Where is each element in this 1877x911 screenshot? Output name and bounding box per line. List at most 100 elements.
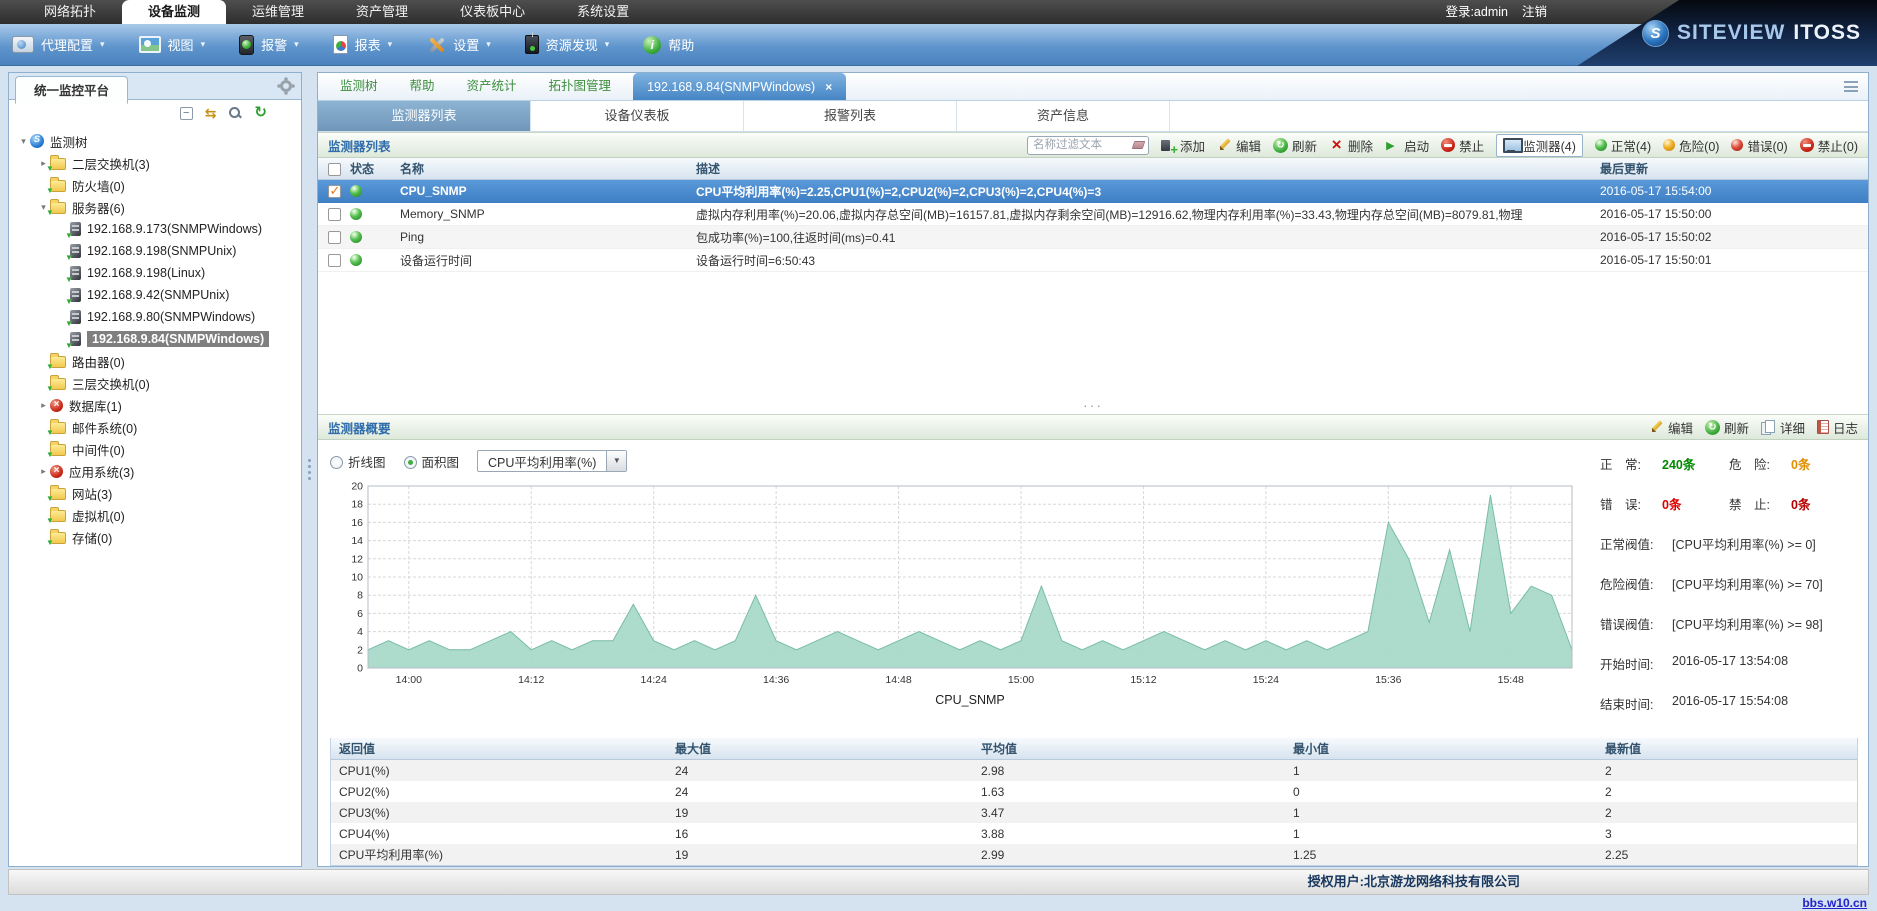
toolbar-item[interactable]: 报表▾: [333, 35, 393, 54]
subtab[interactable]: 报警列表: [744, 101, 957, 131]
column-desc[interactable]: 描述: [696, 160, 1600, 177]
logout-link[interactable]: 注销: [1522, 0, 1547, 24]
counter-badge[interactable]: 禁止(0): [1800, 136, 1858, 155]
counter-badge[interactable]: 错误(0): [1731, 136, 1787, 155]
tree-item[interactable]: ▸应用系统(3): [9, 460, 301, 482]
chevron-down-icon[interactable]: ▼: [606, 451, 626, 471]
stats-row[interactable]: CPU平均利用率(%)192.991.252.25: [331, 844, 1857, 865]
transfer-icon[interactable]: ⇆: [205, 106, 217, 120]
row-checkbox[interactable]: [328, 185, 341, 198]
search-icon[interactable]: [228, 106, 242, 120]
tree-item[interactable]: 邮件系统(0): [9, 416, 301, 438]
collapse-all-icon[interactable]: −: [180, 107, 193, 120]
tree-item[interactable]: 存储(0): [9, 526, 301, 548]
tree-item[interactable]: 虚拟机(0): [9, 504, 301, 526]
row-checkbox[interactable]: [328, 208, 341, 221]
stats-row[interactable]: CPU4(%)163.8813: [331, 823, 1857, 844]
top-menu-item[interactable]: 运维管理: [226, 0, 330, 24]
row-checkbox[interactable]: [328, 254, 341, 267]
tree-item[interactable]: 中间件(0): [9, 438, 301, 460]
top-menu-item[interactable]: 设备监测: [122, 0, 226, 24]
metric-dropdown[interactable]: CPU平均利用率(%) ▼: [477, 450, 627, 472]
main-tab[interactable]: 监测树: [324, 73, 394, 100]
section-collapse-handle[interactable]: ···: [318, 400, 1868, 414]
toolbar-item[interactable]: 代理配置▾: [12, 35, 105, 54]
top-menu-item[interactable]: 资产管理: [330, 0, 434, 24]
toolbar-item[interactable]: 报警▾: [239, 35, 299, 55]
添加-button[interactable]: 添加: [1161, 136, 1205, 155]
tree-item[interactable]: 防火墙(0): [9, 174, 301, 196]
刷新-button[interactable]: 刷新: [1273, 136, 1317, 155]
line-chart-radio[interactable]: 折线图: [330, 452, 386, 471]
tree-expand-icon[interactable]: ▸: [37, 400, 50, 411]
chevron-down-icon[interactable]: ▾: [605, 39, 610, 50]
chevron-down-icon[interactable]: ▾: [486, 39, 491, 50]
stats-row[interactable]: CPU3(%)193.4712: [331, 802, 1857, 823]
stats-column-header[interactable]: 最新值: [1605, 740, 1857, 757]
tree-item[interactable]: 192.168.9.198(Linux): [9, 262, 301, 284]
tree-item[interactable]: 192.168.9.84(SNMPWindows): [9, 328, 301, 350]
monitor-row[interactable]: 设备运行时间设备运行时间=6:50:432016-05-17 15:50:01: [318, 249, 1868, 272]
chevron-down-icon[interactable]: ▾: [201, 39, 206, 50]
monitor-row[interactable]: Memory_SNMP虚拟内存利用率(%)=20.06,虚拟内存总空间(MB)=…: [318, 203, 1868, 226]
counter-badge[interactable]: 正常(4): [1595, 136, 1651, 155]
编辑-button[interactable]: 编辑: [1217, 136, 1261, 155]
row-checkbox[interactable]: [328, 231, 341, 244]
刷新-button[interactable]: 刷新: [1705, 418, 1749, 437]
chevron-down-icon[interactable]: ▾: [388, 39, 393, 50]
tree-item[interactable]: ▾服务器(6): [9, 196, 301, 218]
tab-unified-platform[interactable]: 统一监控平台: [15, 76, 128, 104]
tree-item[interactable]: 三层交换机(0): [9, 372, 301, 394]
日志-button[interactable]: 日志: [1817, 418, 1858, 437]
tree-item[interactable]: 192.168.9.80(SNMPWindows): [9, 306, 301, 328]
active-device-tab[interactable]: 192.168.9.84(SNMPWindows)×: [633, 73, 846, 100]
tree-expand-icon[interactable]: ▾: [17, 136, 30, 147]
area-chart-radio-circle[interactable]: [404, 456, 417, 469]
删除-button[interactable]: 删除: [1329, 136, 1373, 155]
toolbar-item[interactable]: 帮助: [643, 35, 694, 54]
tree-item[interactable]: ▾监测树: [9, 130, 301, 152]
subtab[interactable]: 监测器列表: [318, 101, 531, 131]
toolbar-item[interactable]: 视图▾: [139, 35, 206, 54]
close-icon[interactable]: ×: [825, 81, 832, 93]
column-updated[interactable]: 最后更新: [1600, 160, 1868, 177]
gear-icon[interactable]: [280, 80, 292, 92]
top-menu-item[interactable]: 仪表板中心: [434, 0, 551, 24]
禁止-button[interactable]: 禁止: [1441, 136, 1484, 155]
subtab[interactable]: 资产信息: [957, 101, 1170, 131]
tree-item[interactable]: ▸二层交换机(3): [9, 152, 301, 174]
tree-item[interactable]: 192.168.9.42(SNMPUnix): [9, 284, 301, 306]
select-all-checkbox[interactable]: [328, 163, 341, 176]
column-name[interactable]: 名称: [400, 160, 696, 177]
详细-button[interactable]: 详细: [1761, 418, 1805, 437]
stats-column-header[interactable]: 平均值: [981, 740, 1293, 757]
tree-item[interactable]: 192.168.9.198(SNMPUnix): [9, 240, 301, 262]
main-tab[interactable]: 帮助: [394, 73, 451, 100]
tree-item[interactable]: 路由器(0): [9, 350, 301, 372]
top-menu-item[interactable]: 网络拓扑: [18, 0, 122, 24]
panel-splitter[interactable]: [303, 72, 316, 867]
main-tab[interactable]: 资产统计: [451, 73, 533, 100]
tree-expand-icon[interactable]: ▸: [37, 466, 50, 477]
subtab[interactable]: 设备仪表板: [531, 101, 744, 131]
name-filter-input[interactable]: [1027, 136, 1149, 155]
site-link[interactable]: bbs.w10.cn: [1802, 896, 1867, 910]
toolbar-item[interactable]: 设置▾: [426, 35, 491, 55]
area-chart-radio[interactable]: 面积图: [404, 452, 460, 471]
top-menu-item[interactable]: 系统设置: [551, 0, 655, 24]
counter-badge[interactable]: 危险(0): [1663, 136, 1719, 155]
chevron-down-icon[interactable]: ▾: [100, 39, 105, 50]
tab-menu-icon[interactable]: [1844, 81, 1858, 92]
启动-button[interactable]: 启动: [1385, 136, 1429, 155]
tree-item[interactable]: ▸数据库(1): [9, 394, 301, 416]
stats-column-header[interactable]: 最小值: [1293, 740, 1605, 757]
stats-column-header[interactable]: 最大值: [675, 740, 981, 757]
monitor-row[interactable]: Ping包成功率(%)=100,往返时间(ms)=0.412016-05-17 …: [318, 226, 1868, 249]
clear-filter-icon[interactable]: [1132, 141, 1146, 149]
stats-row[interactable]: CPU2(%)241.6302: [331, 781, 1857, 802]
stats-column-header[interactable]: 返回值: [331, 740, 675, 757]
monitor-row[interactable]: CPU_SNMPCPU平均利用率(%)=2.25,CPU1(%)=2,CPU2(…: [318, 180, 1868, 203]
main-tab[interactable]: 拓扑图管理: [533, 73, 628, 100]
line-chart-radio-circle[interactable]: [330, 456, 343, 469]
chevron-down-icon[interactable]: ▾: [294, 39, 299, 50]
